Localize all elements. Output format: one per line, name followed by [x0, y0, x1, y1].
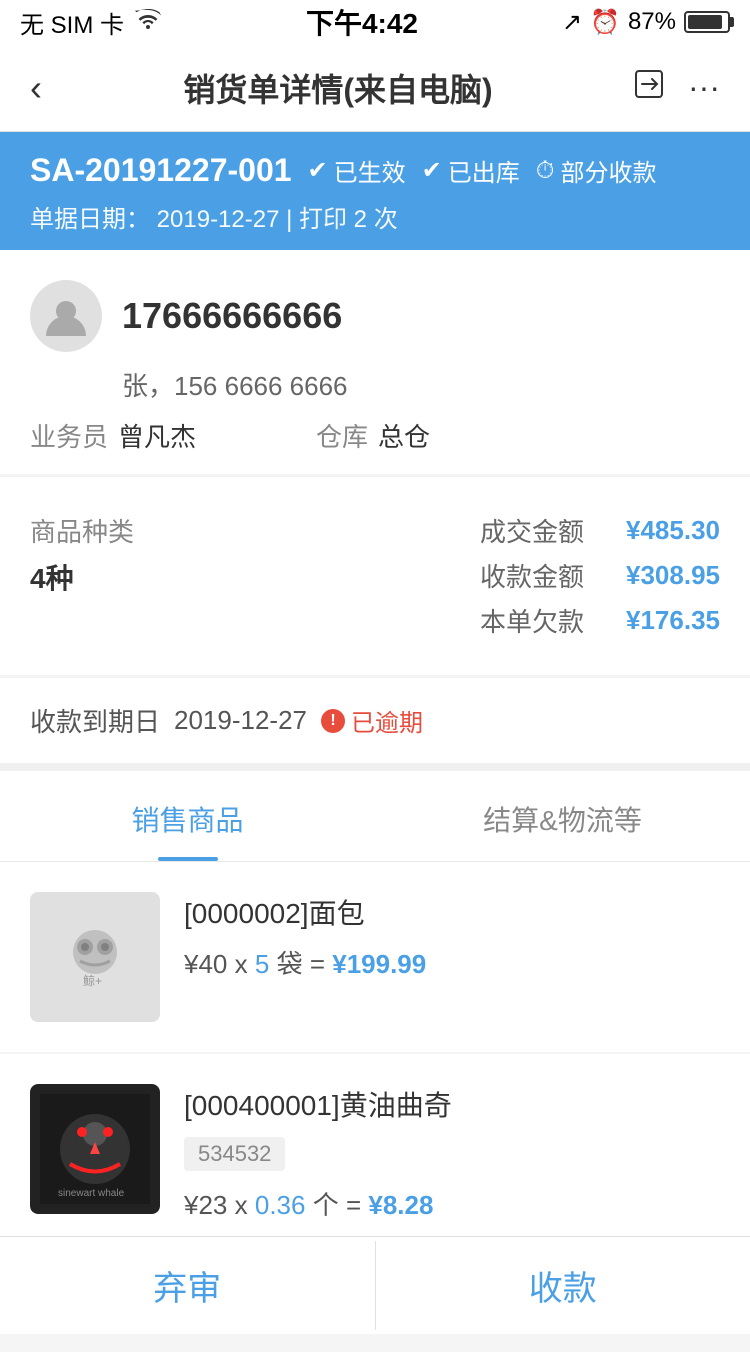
- clock-icon: ⏱: [536, 157, 555, 185]
- received-value: ¥308.95: [600, 560, 720, 591]
- product-list: 鲸+ [0000002]面包 ¥40 x 5 袋 = ¥199.99: [0, 862, 750, 1252]
- due-value: ¥176.35: [600, 605, 720, 636]
- warehouse-value: 总仓: [378, 417, 430, 454]
- status-bar: 无 SIM 卡 下午4:42 ↗ ⏰ 87%: [0, 0, 750, 44]
- order-banner: SA-20191227-001 ✔ 已生效 ✔ 已出库 ⏱ 部分收款 单据日期：…: [0, 132, 750, 250]
- due-date-value: 2019-12-27: [174, 705, 307, 736]
- order-id: SA-20191227-001: [30, 152, 292, 189]
- overdue-badge: ! 已逾期: [321, 703, 423, 738]
- carrier-text: 无 SIM 卡: [20, 5, 124, 40]
- overdue-text: 已逾期: [351, 703, 423, 738]
- product-thumb-2: sinewart whale: [30, 1084, 160, 1214]
- wifi-icon: [134, 8, 162, 36]
- battery-icon: [684, 11, 730, 33]
- transaction-label: 成交金额: [480, 512, 584, 549]
- sales-value: 曾凡杰: [118, 417, 196, 454]
- transaction-row: 成交金额 ¥485.30: [480, 512, 720, 549]
- product-total-1: ¥199.99: [332, 949, 426, 979]
- tab-settlement[interactable]: 结算&物流等: [375, 771, 750, 861]
- product-name-2: [000400001]黄油曲奇: [184, 1084, 720, 1124]
- collect-payment-button[interactable]: 收款: [376, 1241, 750, 1330]
- battery-text: 87%: [628, 8, 676, 36]
- product-unit-1: 袋: [277, 949, 303, 979]
- product-unit-2: 个: [313, 1190, 339, 1220]
- due-date-label: 收款到期日: [30, 702, 160, 739]
- received-row: 收款金额 ¥308.95: [480, 557, 720, 594]
- product-info-2: [000400001]黄油曲奇 534532 ¥23 x 0.36 个 = ¥8…: [184, 1084, 720, 1222]
- product-qty-1: 5: [255, 949, 269, 979]
- amounts-block: 成交金额 ¥485.30 收款金额 ¥308.95 本单欠款 ¥176.35: [480, 512, 720, 647]
- bottom-bar: 弃审 收款: [0, 1236, 750, 1334]
- product-unit-price-2: ¥23: [184, 1190, 227, 1220]
- transaction-value: ¥485.30: [600, 515, 720, 546]
- customer-section: 17666666666 张，156 6666 6666 业务员 曾凡杰 仓库 总…: [0, 250, 750, 474]
- customer-phone: 17666666666: [122, 295, 342, 337]
- product-name-1: [0000002]面包: [184, 892, 720, 932]
- svg-text:sinewart whale: sinewart whale: [58, 1188, 125, 1199]
- more-button[interactable]: ···: [688, 69, 720, 106]
- product-total-2: ¥8.28: [368, 1190, 433, 1220]
- warehouse-meta: 仓库 总仓: [316, 417, 430, 454]
- product-type-value: 4种: [30, 557, 134, 597]
- product-info-1: [0000002]面包 ¥40 x 5 袋 = ¥199.99: [184, 892, 720, 981]
- status-partial: ⏱ 部分收款: [536, 153, 657, 188]
- status-right: ↗ ⏰ 87%: [562, 8, 730, 37]
- location-icon: ↗: [562, 8, 582, 37]
- product-type-block: 商品种类 4种: [30, 512, 134, 597]
- cancel-review-button[interactable]: 弃审: [0, 1241, 376, 1330]
- sales-meta: 业务员 曾凡杰: [30, 417, 196, 454]
- product-type-label: 商品种类: [30, 512, 134, 549]
- tab-sales-products[interactable]: 销售商品: [0, 771, 375, 861]
- check-icon-2: ✔: [422, 156, 442, 185]
- status-carrier: 无 SIM 卡: [20, 5, 162, 40]
- product-price-1: ¥40 x 5 袋 = ¥199.99: [184, 944, 720, 981]
- due-date-section: 收款到期日 2019-12-27 ! 已逾期: [0, 678, 750, 771]
- product-price-2: ¥23 x 0.36 个 = ¥8.28: [184, 1185, 720, 1222]
- product-item-2: sinewart whale [000400001]黄油曲奇 534532 ¥2…: [0, 1054, 750, 1252]
- nav-actions: ···: [634, 69, 720, 107]
- due-label: 本单欠款: [480, 602, 584, 639]
- date-value: 2019-12-27: [157, 206, 280, 233]
- overdue-icon: !: [321, 709, 345, 733]
- svg-text:鲸+: 鲸+: [83, 973, 102, 988]
- received-label: 收款金额: [480, 557, 584, 594]
- status-shipped: ✔ 已出库: [422, 153, 520, 188]
- due-row: 本单欠款 ¥176.35: [480, 602, 720, 639]
- nav-bar: ‹ 销货单详情(来自电脑) ···: [0, 44, 750, 132]
- customer-meta: 业务员 曾凡杰 仓库 总仓: [30, 417, 720, 454]
- product-tag-2: 534532: [184, 1137, 285, 1171]
- print-info: | 打印 2 次: [286, 206, 398, 233]
- tabs: 销售商品 结算&物流等: [0, 771, 750, 862]
- page-title: 销货单详情(来自电脑): [183, 65, 492, 111]
- back-button[interactable]: ‹: [30, 67, 42, 109]
- product-thumb-1: 鲸+: [30, 892, 160, 1022]
- date-label: 单据日期：: [30, 206, 150, 233]
- sales-label: 业务员: [30, 417, 108, 454]
- customer-name-phone: 张，156 6666 6666: [122, 366, 720, 403]
- share-button[interactable]: [634, 69, 664, 107]
- status-effective: ✔ 已生效: [308, 153, 406, 188]
- product-qty-2: 0.36: [255, 1190, 306, 1220]
- avatar: [30, 280, 102, 352]
- product-unit-price-1: ¥40: [184, 949, 227, 979]
- warehouse-label: 仓库: [316, 417, 368, 454]
- product-item-1: 鲸+ [0000002]面包 ¥40 x 5 袋 = ¥199.99: [0, 862, 750, 1052]
- alarm-icon: ⏰: [590, 8, 620, 37]
- status-time: 下午4:42: [306, 2, 418, 42]
- summary-section: 商品种类 4种 成交金额 ¥485.30 收款金额 ¥308.95 本单欠款 ¥…: [0, 484, 750, 675]
- order-date-row: 单据日期： 2019-12-27 | 打印 2 次: [30, 199, 720, 234]
- check-icon-1: ✔: [308, 156, 328, 185]
